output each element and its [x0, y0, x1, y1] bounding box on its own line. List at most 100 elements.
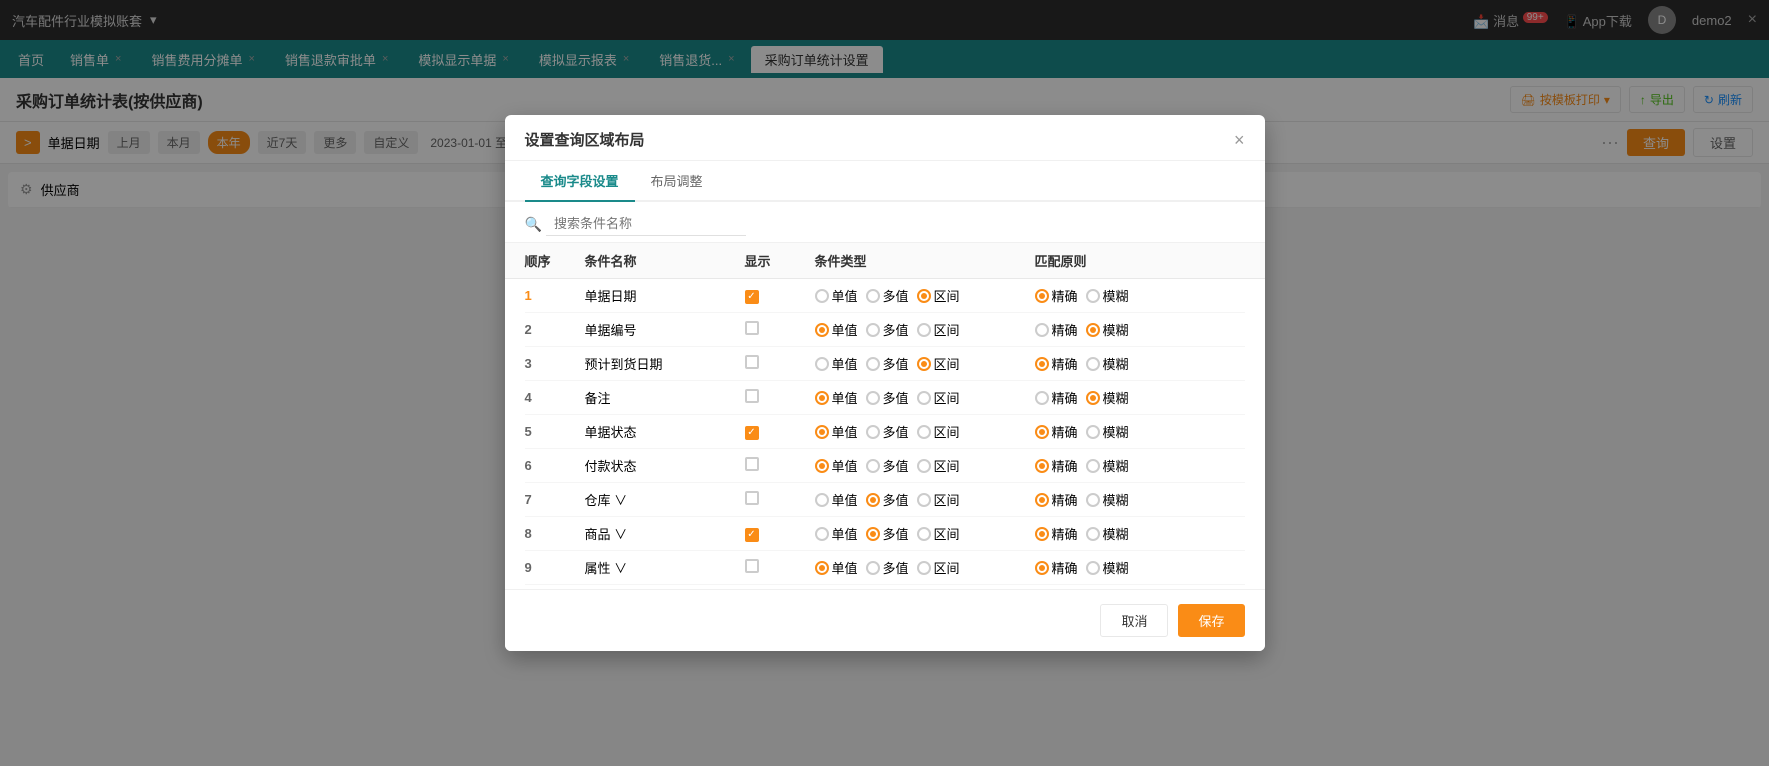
match-radio-精确[interactable]: 精确 [1035, 354, 1078, 373]
row-number: 3 [525, 356, 585, 371]
modal-title: 设置查询区域布局 [525, 129, 645, 150]
type-radio-单值[interactable]: 单值 [815, 320, 858, 339]
col-header-display: 显示 [745, 251, 815, 270]
display-checkbox[interactable] [745, 321, 759, 335]
type-radio-多值[interactable]: 多值 [866, 388, 909, 407]
type-radio-区间[interactable]: 区间 [917, 422, 960, 441]
match-principle-group: 精确模糊 [1035, 558, 1255, 577]
type-radio-多值[interactable]: 多值 [866, 558, 909, 577]
modal-tabs: 查询字段设置 布局调整 [505, 161, 1265, 202]
match-radio-精确[interactable]: 精确 [1035, 320, 1078, 339]
type-radio-多值[interactable]: 多值 [866, 354, 909, 373]
display-checkbox[interactable]: ✓ [745, 290, 759, 304]
table-row: 3预计到货日期单值多值区间精确模糊 [525, 347, 1245, 381]
row-number: 9 [525, 560, 585, 575]
type-radio-区间[interactable]: 区间 [917, 354, 960, 373]
col-header-type: 条件类型 [815, 251, 1035, 270]
display-checkbox[interactable] [745, 491, 759, 505]
table-row: 9属性 ∨单值多值区间精确模糊 [525, 551, 1245, 585]
display-checkbox[interactable] [745, 389, 759, 403]
modal-tab-query-fields[interactable]: 查询字段设置 [525, 161, 635, 202]
match-radio-模糊[interactable]: 模糊 [1086, 286, 1129, 305]
modal-tab-layout[interactable]: 布局调整 [635, 161, 719, 202]
match-radio-模糊[interactable]: 模糊 [1086, 524, 1129, 543]
col-header-name: 条件名称 [585, 251, 745, 270]
type-radio-多值[interactable]: 多值 [866, 286, 909, 305]
table-row: 1单据日期✓单值多值区间精确模糊 [525, 279, 1245, 313]
match-radio-模糊[interactable]: 模糊 [1086, 558, 1129, 577]
match-radio-精确[interactable]: 精确 [1035, 558, 1078, 577]
type-radio-单值[interactable]: 单值 [815, 490, 858, 509]
table-row: 8商品 ∨✓单值多值区间精确模糊 [525, 517, 1245, 551]
display-checkbox[interactable]: ✓ [745, 426, 759, 440]
modal-header: 设置查询区域布局 × [505, 115, 1265, 161]
row-condition-name: 预计到货日期 [585, 354, 745, 373]
match-radio-精确[interactable]: 精确 [1035, 524, 1078, 543]
type-radio-单值[interactable]: 单值 [815, 524, 858, 543]
condition-type-group: 单值多值区间 [815, 286, 1035, 305]
modal-table-header: 顺序 条件名称 显示 条件类型 匹配原则 [505, 243, 1265, 279]
modal-close-button[interactable]: × [1234, 131, 1245, 149]
condition-type-group: 单值多值区间 [815, 388, 1035, 407]
match-radio-模糊[interactable]: 模糊 [1086, 388, 1129, 407]
match-principle-group: 精确模糊 [1035, 320, 1255, 339]
type-radio-区间[interactable]: 区间 [917, 388, 960, 407]
col-header-order: 顺序 [525, 251, 585, 270]
type-radio-单值[interactable]: 单值 [815, 286, 858, 305]
type-radio-单值[interactable]: 单值 [815, 558, 858, 577]
type-radio-单值[interactable]: 单值 [815, 422, 858, 441]
match-radio-精确[interactable]: 精确 [1035, 456, 1078, 475]
row-number: 2 [525, 322, 585, 337]
cancel-button[interactable]: 取消 [1100, 604, 1168, 637]
type-radio-区间[interactable]: 区间 [917, 524, 960, 543]
condition-type-group: 单值多值区间 [815, 320, 1035, 339]
table-row: 7仓库 ∨单值多值区间精确模糊 [525, 483, 1245, 517]
table-row: 4备注单值多值区间精确模糊 [525, 381, 1245, 415]
type-radio-单值[interactable]: 单值 [815, 456, 858, 475]
row-number: 4 [525, 390, 585, 405]
match-principle-group: 精确模糊 [1035, 490, 1255, 509]
type-radio-区间[interactable]: 区间 [917, 558, 960, 577]
match-radio-精确[interactable]: 精确 [1035, 490, 1078, 509]
row-condition-name: 单据日期 [585, 286, 745, 305]
type-radio-区间[interactable]: 区间 [917, 456, 960, 475]
match-radio-模糊[interactable]: 模糊 [1086, 354, 1129, 373]
row-condition-name: 仓库 ∨ [585, 490, 745, 509]
table-row: 5单据状态✓ 单值多值区间 精确模糊 [525, 415, 1245, 449]
type-radio-多值[interactable]: 多值 [866, 490, 909, 509]
match-radio-模糊[interactable]: 模糊 [1086, 456, 1129, 475]
row-number: 8 [525, 526, 585, 541]
match-radio-精确[interactable]: 精确 [1035, 286, 1078, 305]
modal-backdrop: 设置查询区域布局 × 查询字段设置 布局调整 🔍 顺序 条件名称 显示 条件类型… [0, 0, 1769, 766]
display-checkbox[interactable] [745, 355, 759, 369]
row-number: 5 [525, 424, 585, 439]
type-radio-多值[interactable]: 多值 [866, 456, 909, 475]
type-radio-多值[interactable]: 多值 [866, 422, 909, 441]
display-checkbox[interactable]: ✓ [745, 528, 759, 542]
type-radio-多值[interactable]: 多值 [866, 320, 909, 339]
type-radio-区间[interactable]: 区间 [917, 286, 960, 305]
type-radio-区间[interactable]: 区间 [917, 320, 960, 339]
type-radio-多值[interactable]: 多值 [866, 524, 909, 543]
match-radio-精确[interactable]: 精确 [1035, 388, 1078, 407]
match-radio-模糊[interactable]: 模糊 [1086, 490, 1129, 509]
match-principle-group: 精确模糊 [1035, 422, 1255, 441]
type-radio-单值[interactable]: 单值 [815, 354, 858, 373]
save-button[interactable]: 保存 [1178, 604, 1244, 637]
match-radio-精确[interactable]: 精确 [1035, 422, 1078, 441]
type-radio-单值[interactable]: 单值 [815, 388, 858, 407]
display-checkbox[interactable] [745, 559, 759, 573]
settings-modal: 设置查询区域布局 × 查询字段设置 布局调整 🔍 顺序 条件名称 显示 条件类型… [505, 115, 1265, 651]
condition-type-group: 单值多值区间 [815, 354, 1035, 373]
match-radio-模糊[interactable]: 模糊 [1086, 422, 1129, 441]
match-radio-模糊[interactable]: 模糊 [1086, 320, 1129, 339]
search-input[interactable] [546, 212, 746, 236]
search-icon: 🔍 [525, 216, 542, 233]
modal-table-body: 1单据日期✓单值多值区间精确模糊2单据编号单值多值区间精确模糊3预计到货日期单值… [505, 279, 1265, 589]
type-radio-区间[interactable]: 区间 [917, 490, 960, 509]
row-condition-name: 商品 ∨ [585, 524, 745, 543]
row-condition-name: 单据状态 [585, 422, 745, 441]
row-condition-name: 单据编号 [585, 320, 745, 339]
display-checkbox[interactable] [745, 457, 759, 471]
condition-type-group: 单值多值区间 [815, 524, 1035, 543]
